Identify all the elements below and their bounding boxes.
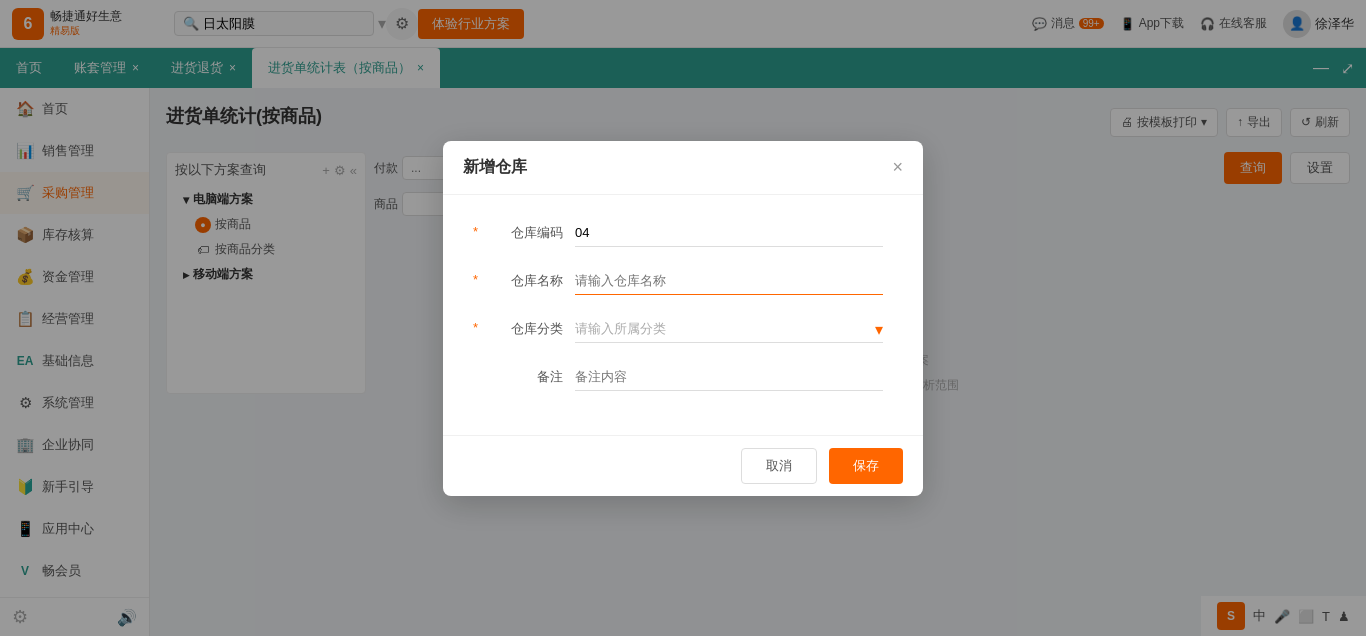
warehouse-note-input[interactable]	[575, 363, 883, 391]
cancel-button[interactable]: 取消	[741, 448, 817, 484]
form-row-note: 备注	[483, 363, 883, 391]
save-button[interactable]: 保存	[829, 448, 903, 484]
dialog-footer: 取消 保存	[443, 435, 923, 496]
warehouse-name-input[interactable]	[575, 267, 883, 295]
warehouse-category-wrap: 请输入所属分类 ▾	[575, 315, 883, 343]
form-row-name: 仓库名称	[483, 267, 883, 295]
form-row-code: 仓库编码	[483, 219, 883, 247]
warehouse-category-label: 仓库分类	[483, 320, 563, 338]
dialog-body: 仓库编码 仓库名称 仓库分类 请输入所属分类 ▾ 备注	[443, 195, 923, 435]
dialog-header: 新增仓库 ×	[443, 141, 923, 195]
dialog-title: 新增仓库	[463, 157, 527, 178]
modal-overlay: 新增仓库 × 仓库编码 仓库名称 仓库分类 请输入所属分类 ▾	[0, 0, 1366, 636]
warehouse-category-select[interactable]: 请输入所属分类	[575, 315, 883, 343]
form-row-category: 仓库分类 请输入所属分类 ▾	[483, 315, 883, 343]
close-dialog-icon[interactable]: ×	[892, 158, 903, 176]
warehouse-code-label: 仓库编码	[483, 224, 563, 242]
add-warehouse-dialog: 新增仓库 × 仓库编码 仓库名称 仓库分类 请输入所属分类 ▾	[443, 141, 923, 496]
warehouse-note-label: 备注	[483, 368, 563, 386]
warehouse-code-input[interactable]	[575, 219, 883, 247]
warehouse-name-label: 仓库名称	[483, 272, 563, 290]
